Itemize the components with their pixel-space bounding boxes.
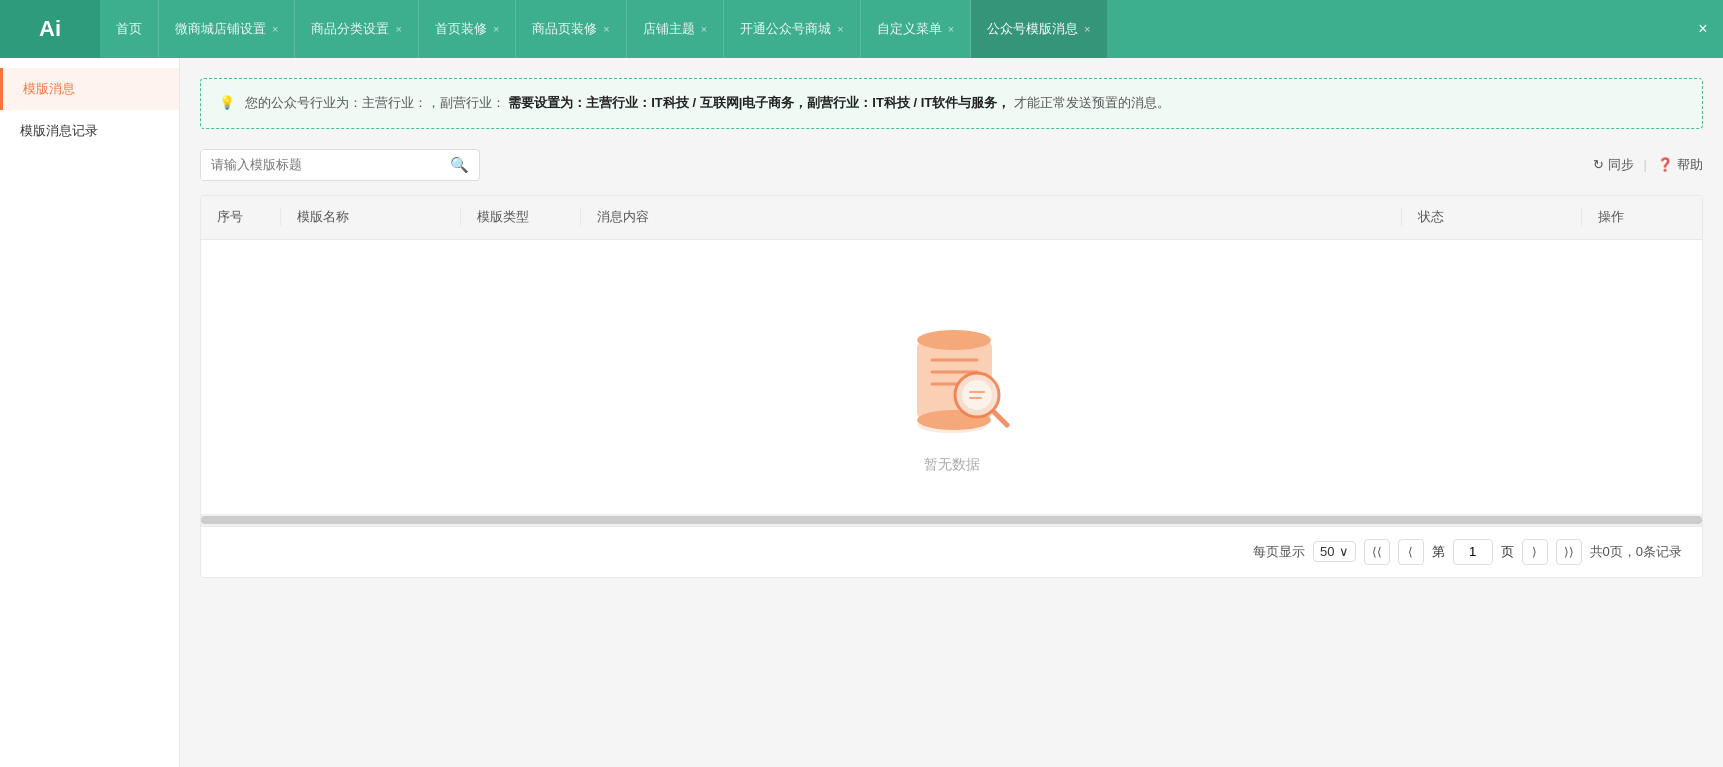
tab-shop-settings[interactable]: 微商城店铺设置× (159, 0, 295, 58)
empty-illustration (882, 300, 1022, 440)
empty-state: 暂无数据 (201, 240, 1702, 514)
toolbar-right: ↻ 同步 | ❓ 帮助 (1593, 156, 1703, 174)
tab-close-icon[interactable]: × (272, 23, 278, 35)
prev-page-button[interactable]: ⟨ (1398, 539, 1424, 565)
help-button[interactable]: ❓ 帮助 (1657, 156, 1703, 174)
search-input[interactable] (201, 150, 440, 180)
sidebar-item-template-message[interactable]: 模版消息 (0, 68, 179, 110)
svg-point-8 (962, 380, 992, 410)
help-label: 帮助 (1677, 156, 1703, 174)
notice-text-before: 您的公众号行业为：主营行业：，副营行业： (245, 95, 505, 110)
table-header: 序号模版名称模版类型消息内容状态操作 (201, 196, 1702, 240)
notice-box: 💡 您的公众号行业为：主营行业：，副营行业： 需要设置为：主营行业：IT科技 /… (200, 78, 1703, 129)
content-area: 💡 您的公众号行业为：主营行业：，副营行业： 需要设置为：主营行业：IT科技 /… (180, 58, 1723, 767)
svg-point-2 (917, 330, 991, 350)
sync-button[interactable]: ↻ 同步 (1593, 156, 1634, 174)
help-icon: ❓ (1657, 157, 1673, 172)
tab-close-icon[interactable]: × (493, 23, 499, 35)
search-button[interactable]: 🔍 (440, 156, 479, 174)
next-page-button[interactable]: ⟩ (1522, 539, 1548, 565)
main-layout: 模版消息模版消息记录 💡 您的公众号行业为：主营行业：，副营行业： 需要设置为：… (0, 58, 1723, 767)
search-input-wrap: 🔍 (200, 149, 480, 181)
top-nav: Ai 首页微商城店铺设置×商品分类设置×首页装修×商品页装修×店铺主题×开通公众… (0, 0, 1723, 58)
tab-category-settings[interactable]: 商品分类设置× (295, 0, 418, 58)
sidebar: 模版消息模版消息记录 (0, 58, 180, 767)
table-header-template-type: 模版类型 (461, 208, 581, 226)
sync-icon: ↻ (1593, 157, 1604, 172)
sync-label: 同步 (1608, 156, 1634, 174)
table-header-index: 序号 (201, 208, 281, 226)
notice-text-after: 才能正常发送预置的消息。 (1014, 95, 1170, 110)
app-logo: Ai (0, 0, 100, 58)
table-header-status: 状态 (1402, 208, 1582, 226)
svg-line-9 (994, 412, 1007, 425)
nav-tabs: 首页微商城店铺设置×商品分类设置×首页装修×商品页装修×店铺主题×开通公众号商城… (100, 0, 1683, 58)
total-info: 共0页，0条记录 (1590, 543, 1682, 561)
page-number-input[interactable] (1453, 539, 1493, 565)
tab-close-icon[interactable]: × (395, 23, 401, 35)
page-size-label: 每页显示 (1253, 543, 1305, 561)
notice-highlight: 需要设置为：主营行业：IT科技 / 互联网|电子商务，副营行业：IT科技 / I… (508, 95, 1010, 110)
page-label: 第 (1432, 543, 1445, 561)
tab-homepage-decoration[interactable]: 首页装修× (419, 0, 516, 58)
lightbulb-icon: 💡 (219, 95, 235, 110)
last-page-button[interactable]: ⟩⟩ (1556, 539, 1582, 565)
close-all-button[interactable]: × (1683, 0, 1723, 58)
pagination: 每页显示 50 ∨ ⟨⟨ ⟨ 第 页 ⟩ ⟩⟩ 共0页，0条记录 (201, 526, 1702, 577)
chevron-down-icon: ∨ (1339, 544, 1349, 559)
table-header-action: 操作 (1582, 208, 1702, 226)
tab-close-icon[interactable]: × (948, 23, 954, 35)
page-size-select[interactable]: 50 ∨ (1313, 541, 1355, 562)
tab-close-icon[interactable]: × (701, 23, 707, 35)
first-page-button[interactable]: ⟨⟨ (1364, 539, 1390, 565)
tab-template-message[interactable]: 公众号模版消息× (971, 0, 1107, 58)
page-size-value: 50 (1320, 544, 1334, 559)
table-header-message-content: 消息内容 (581, 208, 1402, 226)
toolbar-divider: | (1644, 157, 1647, 172)
tab-close-icon[interactable]: × (1084, 23, 1090, 35)
horizontal-scrollbar[interactable] (201, 514, 1702, 526)
tab-close-icon[interactable]: × (837, 23, 843, 35)
tab-product-decoration[interactable]: 商品页装修× (516, 0, 626, 58)
page-unit: 页 (1501, 543, 1514, 561)
tab-custom-menu[interactable]: 自定义菜单× (861, 0, 971, 58)
template-table: 序号模版名称模版类型消息内容状态操作 (200, 195, 1703, 578)
scrollbar-thumb[interactable] (201, 516, 1702, 524)
tab-store-theme[interactable]: 店铺主题× (627, 0, 724, 58)
tab-close-icon[interactable]: × (603, 23, 609, 35)
table-header-template-name: 模版名称 (281, 208, 461, 226)
empty-text: 暂无数据 (924, 456, 980, 474)
tab-home[interactable]: 首页 (100, 0, 159, 58)
search-bar: 🔍 ↻ 同步 | ❓ 帮助 (200, 149, 1703, 181)
tab-open-mall[interactable]: 开通公众号商城× (724, 0, 860, 58)
sidebar-item-template-message-records[interactable]: 模版消息记录 (0, 110, 179, 152)
